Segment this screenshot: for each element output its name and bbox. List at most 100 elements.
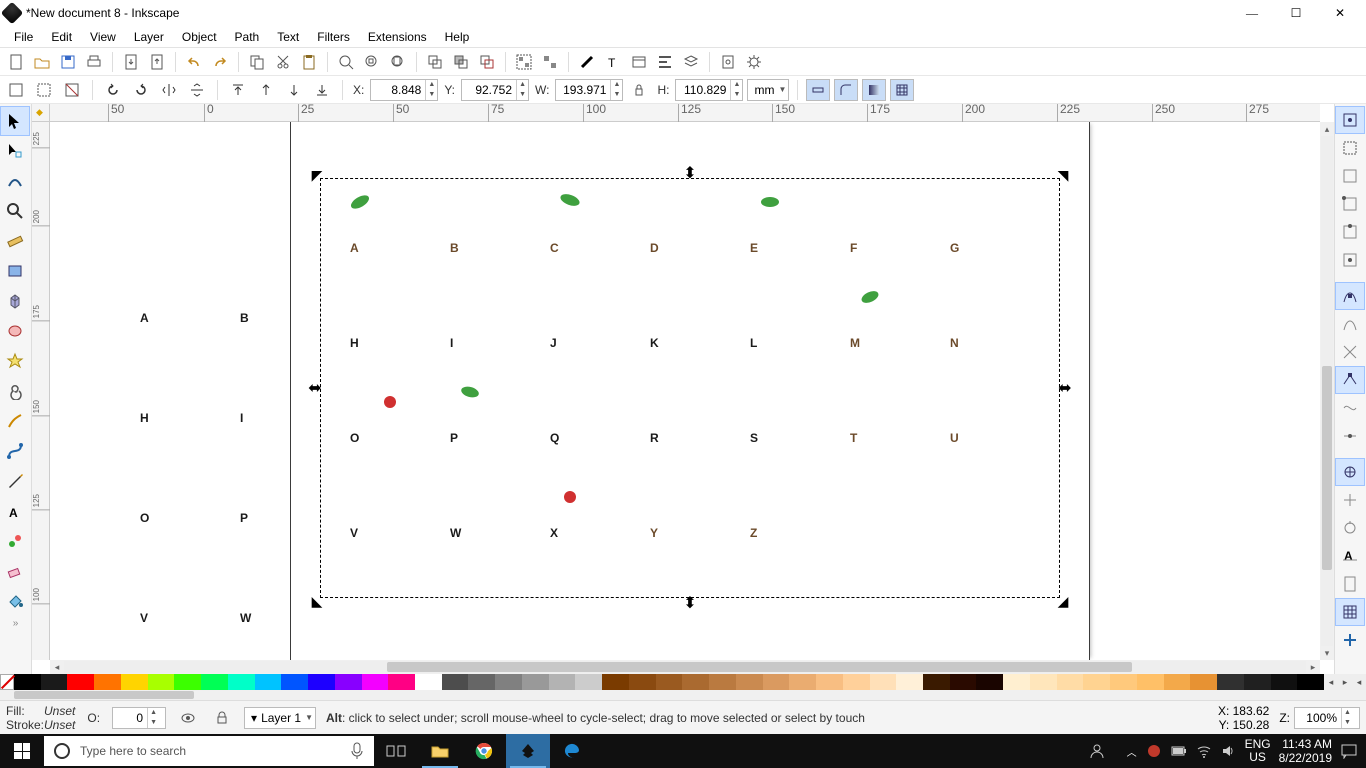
- palette-swatch[interactable]: [415, 674, 442, 690]
- palette-swatch[interactable]: [201, 674, 228, 690]
- lower-bottom-button[interactable]: [310, 78, 334, 102]
- rectangle-tool[interactable]: [0, 256, 30, 286]
- ruler-origin[interactable]: [32, 104, 50, 122]
- palette-swatch[interactable]: [763, 674, 790, 690]
- open-button[interactable]: [30, 50, 54, 74]
- ungroup-button[interactable]: [538, 50, 562, 74]
- paste-button[interactable]: [297, 50, 321, 74]
- palette-swatch[interactable]: [575, 674, 602, 690]
- measure-tool[interactable]: [0, 226, 30, 256]
- handle-s[interactable]: ⬍: [684, 597, 696, 609]
- x-input[interactable]: ▲▼: [370, 79, 438, 101]
- zoom-selection-button[interactable]: [334, 50, 358, 74]
- microphone-icon[interactable]: [350, 742, 364, 760]
- palette-swatch[interactable]: [896, 674, 923, 690]
- handle-ne[interactable]: ◥: [1057, 169, 1069, 181]
- menu-filters[interactable]: Filters: [309, 28, 358, 46]
- palette-swatch[interactable]: [67, 674, 94, 690]
- transform-pattern-button[interactable]: [890, 79, 914, 101]
- snap-smooth-button[interactable]: [1335, 394, 1365, 422]
- handle-e[interactable]: ⬌: [1059, 382, 1071, 394]
- new-button[interactable]: [4, 50, 28, 74]
- palette-swatch[interactable]: [1137, 674, 1164, 690]
- copy-button[interactable]: [245, 50, 269, 74]
- tray-volume-icon[interactable]: [1221, 744, 1235, 758]
- minimize-button[interactable]: —: [1230, 0, 1274, 26]
- unit-select[interactable]: mm▼: [747, 79, 789, 101]
- handle-w[interactable]: ⬌: [309, 382, 321, 394]
- maximize-button[interactable]: ☐: [1274, 0, 1318, 26]
- paint-bucket-tool[interactable]: [0, 586, 30, 616]
- palette-swatch[interactable]: [308, 674, 335, 690]
- handle-n[interactable]: ⬍: [684, 167, 696, 179]
- palette-swatch[interactable]: [1057, 674, 1084, 690]
- ruler-vertical[interactable]: 225200175150125100: [32, 122, 50, 660]
- palette-swatch[interactable]: [281, 674, 308, 690]
- menu-object[interactable]: Object: [174, 28, 225, 46]
- action-center-button[interactable]: [1332, 734, 1366, 768]
- palette-swatch[interactable]: [1190, 674, 1217, 690]
- zoom-page-button[interactable]: [386, 50, 410, 74]
- palette-swatch[interactable]: [41, 674, 68, 690]
- transform-stroke-button[interactable]: [806, 79, 830, 101]
- raise-button[interactable]: [254, 78, 278, 102]
- zoom-tool[interactable]: [0, 196, 30, 226]
- snap-enable-button[interactable]: [1335, 106, 1365, 134]
- palette-swatch[interactable]: [388, 674, 415, 690]
- palette-none-swatch[interactable]: [0, 674, 14, 690]
- palette-swatch[interactable]: [870, 674, 897, 690]
- scroll-down-button[interactable]: ▾: [1320, 646, 1334, 660]
- menu-extensions[interactable]: Extensions: [360, 28, 435, 46]
- zoom-control[interactable]: Z: ▲▼: [1279, 707, 1360, 729]
- snap-bbox-button[interactable]: [1335, 134, 1365, 162]
- gradient-tool[interactable]: [0, 526, 30, 556]
- palette-swatch[interactable]: [14, 674, 41, 690]
- task-view-button[interactable]: [374, 734, 418, 768]
- scroll-up-button[interactable]: ▴: [1320, 122, 1334, 136]
- palette-swatch[interactable]: [1297, 674, 1324, 690]
- h-input[interactable]: ▲▼: [675, 79, 743, 101]
- snap-intersection-button[interactable]: [1335, 338, 1365, 366]
- bezier-tool[interactable]: [0, 436, 30, 466]
- snap-other-button[interactable]: [1335, 458, 1365, 486]
- tray-security-icon[interactable]: [1147, 744, 1161, 758]
- selector-tool[interactable]: [0, 106, 30, 136]
- canvas-scrollbar-vertical[interactable]: ▴ ▾: [1320, 122, 1334, 660]
- taskbar-inkscape[interactable]: [506, 734, 550, 768]
- start-button[interactable]: [0, 734, 44, 768]
- snap-guide-button[interactable]: [1335, 626, 1365, 654]
- menu-path[interactable]: Path: [227, 28, 268, 46]
- handle-sw[interactable]: ◣: [311, 595, 323, 607]
- rotate-ccw-button[interactable]: [101, 78, 125, 102]
- taskbar-file-explorer[interactable]: [418, 734, 462, 768]
- raise-top-button[interactable]: [226, 78, 250, 102]
- snap-cusp-button[interactable]: [1335, 366, 1365, 394]
- palette-swatch[interactable]: [1110, 674, 1137, 690]
- transform-corners-button[interactable]: [834, 79, 858, 101]
- menu-layer[interactable]: Layer: [126, 28, 172, 46]
- palette-swatch[interactable]: [335, 674, 362, 690]
- save-button[interactable]: [56, 50, 80, 74]
- palette-swatch[interactable]: [602, 674, 629, 690]
- star-tool[interactable]: [0, 346, 30, 376]
- cut-button[interactable]: [271, 50, 295, 74]
- system-tray[interactable]: ︿ ENG US: [1119, 738, 1279, 764]
- palette-swatch[interactable]: [1003, 674, 1030, 690]
- close-button[interactable]: ✕: [1318, 0, 1362, 26]
- snap-grid-button[interactable]: [1335, 598, 1365, 626]
- palette-swatch[interactable]: [976, 674, 1003, 690]
- menu-file[interactable]: File: [6, 28, 41, 46]
- snap-midpoint-button[interactable]: [1335, 422, 1365, 450]
- lock-aspect-button[interactable]: [627, 78, 651, 102]
- menu-help[interactable]: Help: [437, 28, 478, 46]
- snap-bbox-corner-button[interactable]: [1335, 190, 1365, 218]
- palette-swatch[interactable]: [816, 674, 843, 690]
- tweak-tool[interactable]: [0, 166, 30, 196]
- layer-visibility-toggle[interactable]: [176, 706, 200, 730]
- deselect-button[interactable]: [60, 78, 84, 102]
- snap-text-baseline-button[interactable]: A: [1335, 542, 1365, 570]
- snap-node-button[interactable]: [1335, 282, 1365, 310]
- cube-tool[interactable]: [0, 286, 30, 316]
- taskbar-edge[interactable]: [550, 734, 594, 768]
- lower-button[interactable]: [282, 78, 306, 102]
